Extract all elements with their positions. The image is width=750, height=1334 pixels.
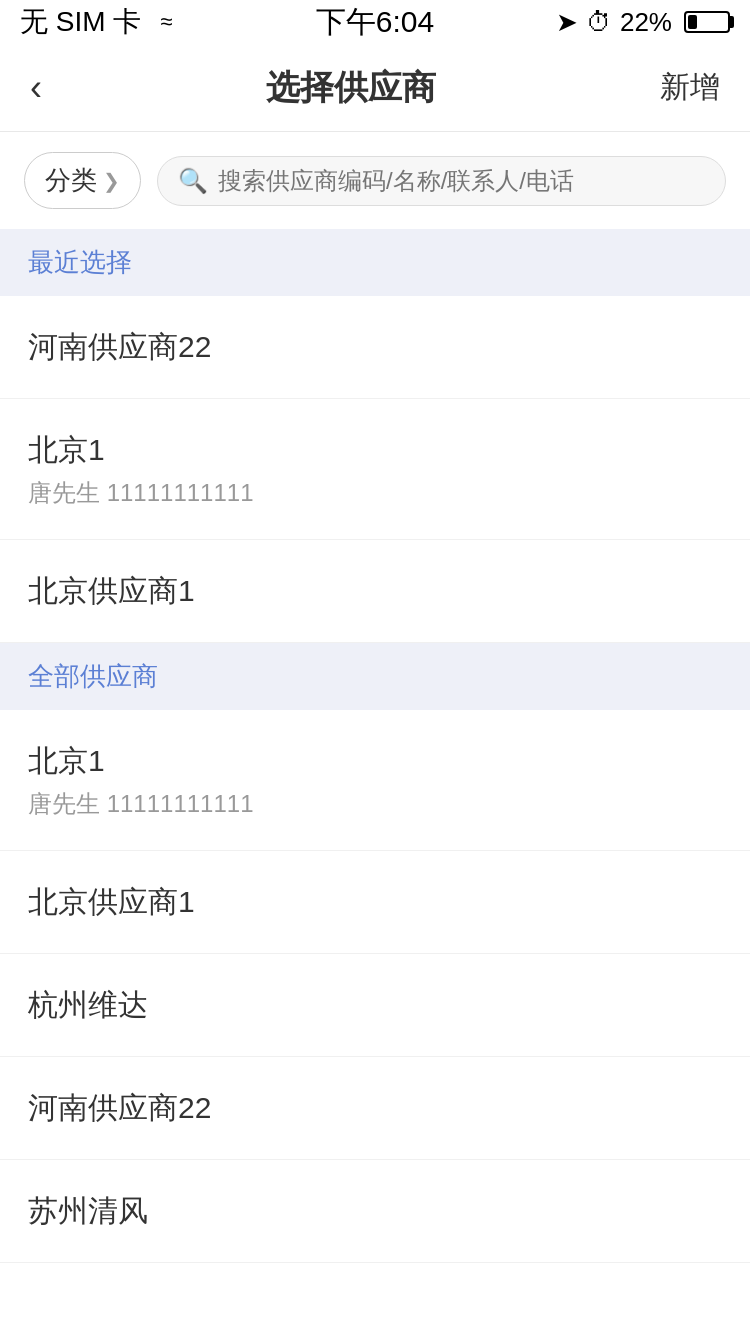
item-sub: 唐先生 11111111111 [28,788,722,820]
search-input[interactable] [218,167,705,195]
recent-section-label: 最近选择 [28,247,132,277]
item-name: 杭州维达 [28,984,722,1026]
list-item[interactable]: 北京1 唐先生 11111111111 [0,399,750,540]
status-bar: 无 SIM 卡 ≈ 下午6:04 ➤ ⏱ 22% [0,0,750,44]
item-name: 北京1 [28,740,722,782]
location-icon: ➤ [556,7,578,38]
item-sub: 唐先生 11111111111 [28,477,722,509]
status-right: ➤ ⏱ 22% [556,7,730,38]
list-item[interactable]: 北京供应商1 [0,851,750,954]
wifi-icon: ≈ [149,9,172,35]
category-label: 分类 [45,163,97,198]
item-name: 北京供应商1 [28,570,722,612]
battery-percent: 22% [620,7,672,38]
search-icon: 🔍 [178,167,208,195]
list-item[interactable]: 河南供应商22 [0,296,750,399]
back-button[interactable]: ‹ [30,67,42,109]
list-item[interactable]: 河南供应商22 [0,1057,750,1160]
category-button[interactable]: 分类 ❯ [24,152,141,209]
status-left: 无 SIM 卡 ≈ [20,3,172,41]
all-section-label: 全部供应商 [28,661,158,691]
all-section-header: 全部供应商 [0,643,750,710]
add-button[interactable]: 新增 [660,67,720,108]
item-name: 北京供应商1 [28,881,722,923]
nav-bar: ‹ 选择供应商 新增 [0,44,750,132]
list-item[interactable]: 北京供应商1 [0,540,750,643]
all-items-list: 北京1 唐先生 11111111111 北京供应商1 杭州维达 河南供应商22 … [0,710,750,1263]
item-name: 苏州清风 [28,1190,722,1232]
recent-section-header: 最近选择 [0,229,750,296]
list-item[interactable]: 苏州清风 [0,1160,750,1263]
sim-status: 无 SIM 卡 [20,3,141,41]
list-item[interactable]: 北京1 唐先生 11111111111 [0,710,750,851]
filter-bar: 分类 ❯ 🔍 [0,132,750,229]
recent-items-list: 河南供应商22 北京1 唐先生 11111111111 北京供应商1 [0,296,750,643]
page-title: 选择供应商 [266,65,436,111]
alarm-icon: ⏱ [586,7,612,38]
list-item[interactable]: 杭州维达 [0,954,750,1057]
chevron-right-icon: ❯ [103,169,120,193]
battery-icon [684,11,730,33]
item-name: 北京1 [28,429,722,471]
item-name: 河南供应商22 [28,1087,722,1129]
search-box[interactable]: 🔍 [157,156,726,206]
status-time: 下午6:04 [316,2,434,43]
item-name: 河南供应商22 [28,326,722,368]
